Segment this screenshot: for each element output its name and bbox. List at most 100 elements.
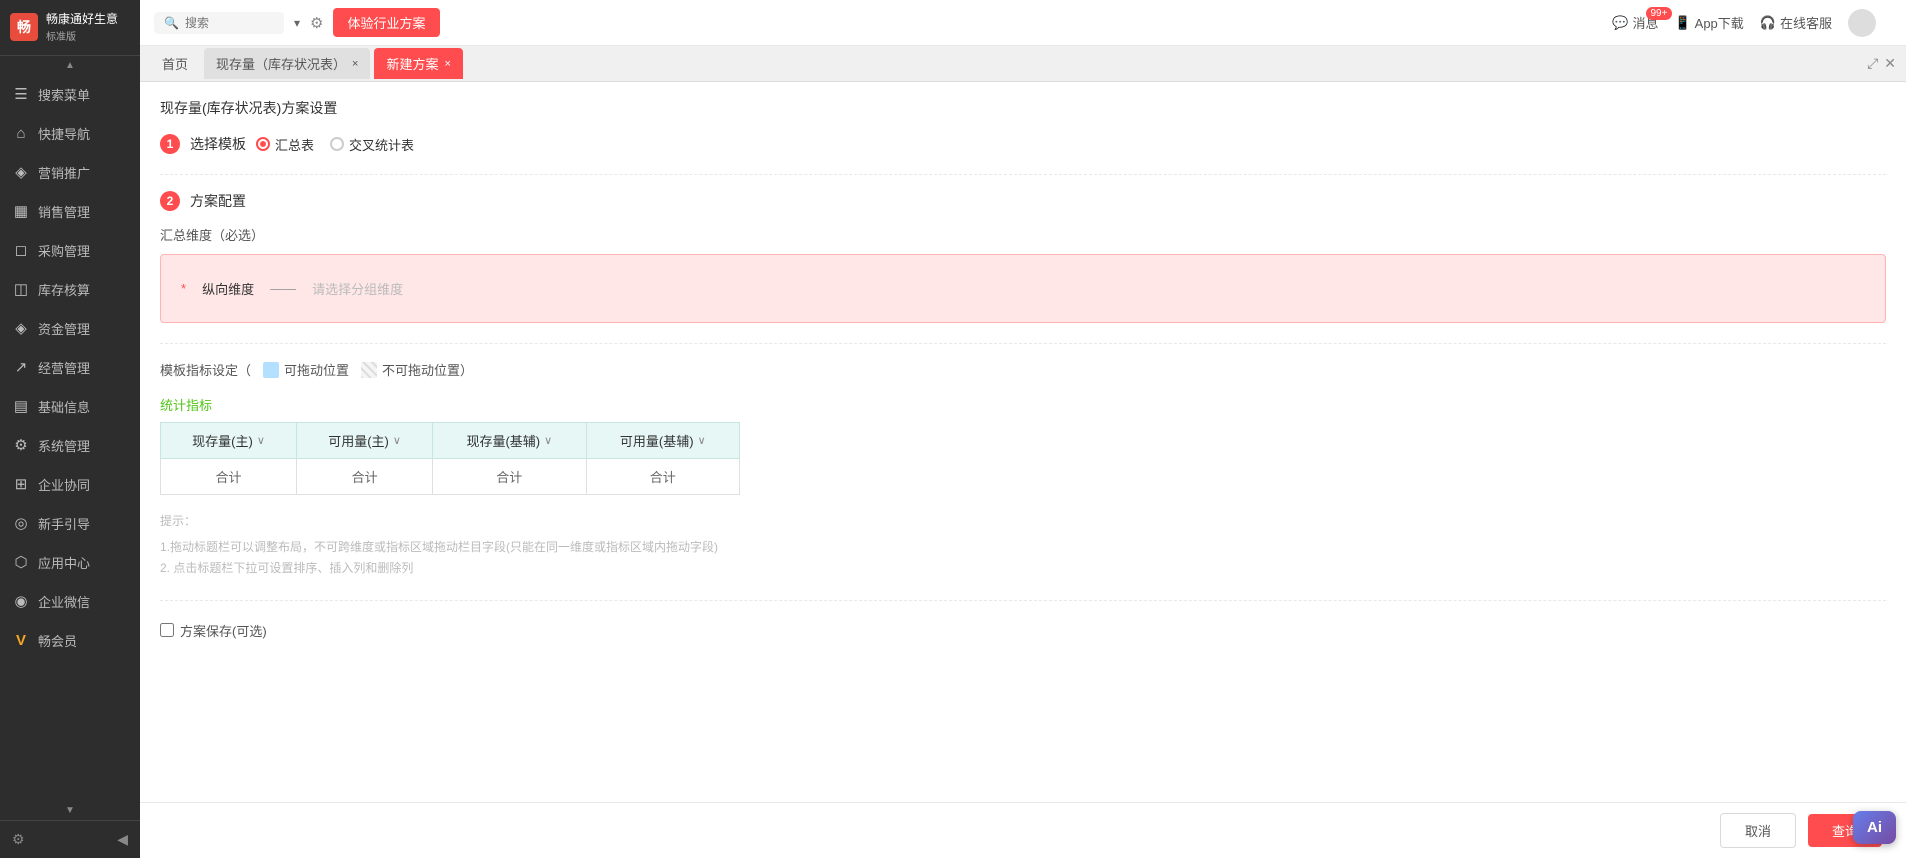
- compass-icon: ◎: [12, 514, 30, 532]
- sidebar-bottom: ⚙ ◀: [0, 820, 140, 858]
- sidebar-item-appcenter[interactable]: ⬡ 应用中心: [0, 543, 140, 582]
- tab-inventory-label: 现存量（库存状况表）: [216, 54, 346, 73]
- col-1-chevron: ∨: [257, 434, 265, 447]
- tab-new-plan-close[interactable]: ×: [444, 58, 450, 70]
- dimension-dash: ——: [270, 281, 296, 296]
- cell-1: 合计: [161, 459, 297, 495]
- col-header-4[interactable]: 可用量(基辅) ∨: [586, 423, 739, 459]
- step1-radios: 汇总表 交叉统计表: [256, 135, 414, 154]
- chart-icon: ▦: [12, 202, 30, 220]
- sidebar-item-inventory[interactable]: ◫ 库存核算: [0, 270, 140, 309]
- message-button[interactable]: 💬 消息 99+: [1612, 13, 1658, 32]
- save-checkbox[interactable]: [160, 623, 174, 637]
- logo-icon: 畅: [10, 13, 38, 41]
- sidebar-nav: ☰ 搜索菜单 ⌂ 快捷导航 ◈ 营销推广 ▦ 销售管理 ◻ 采购管理 ◫ 库存核…: [0, 75, 140, 801]
- tab-new-plan-label: 新建方案: [386, 54, 438, 73]
- save-option: 方案保存(可选): [160, 621, 1886, 640]
- sidebar-item-finance[interactable]: ◈ 资金管理: [0, 309, 140, 348]
- page-title: 现存量(库存状况表)方案设置: [160, 98, 1886, 118]
- sidebar-item-label: 搜索菜单: [38, 85, 90, 104]
- sidebar-item-management[interactable]: ↗ 经营管理: [0, 348, 140, 387]
- col-2-chevron: ∨: [393, 434, 401, 447]
- col-2-name: 可用量(主): [328, 431, 389, 450]
- sidebar-scroll-up[interactable]: ▲: [0, 56, 140, 75]
- draggable-box: [263, 362, 279, 378]
- sidebar-item-newuser[interactable]: ◎ 新手引导: [0, 504, 140, 543]
- dimension-box[interactable]: * 纵向维度 —— 请选择分组维度: [160, 254, 1886, 323]
- template-indicator: 模板指标设定（ 可拖动位置 不可拖动位置）: [160, 360, 1886, 379]
- search-menu-icon: ☰: [12, 85, 30, 103]
- sidebar-item-system[interactable]: ⚙ 系统管理: [0, 426, 140, 465]
- tab-new-plan[interactable]: 新建方案 ×: [374, 48, 462, 79]
- collapse-icon[interactable]: ◀: [117, 831, 128, 848]
- tab-maximize-icon[interactable]: ⤢: [1867, 55, 1878, 72]
- vip-icon: V: [12, 632, 30, 649]
- step1-header: 1 选择模板 汇总表 交叉统计表: [160, 134, 1886, 154]
- col-3-name: 现存量(基辅): [466, 431, 540, 450]
- topbar-search-area[interactable]: 🔍: [154, 12, 284, 34]
- required-mark: *: [181, 281, 186, 296]
- handshake-icon: ⊞: [12, 475, 30, 493]
- summary-dim-label: 汇总维度（必选）: [160, 225, 1886, 244]
- trial-button[interactable]: 体验行业方案: [333, 8, 439, 37]
- topbar: 🔍 ▾ ⚙ 体验行业方案 💬 消息 99+ 📱 App下载 🎧 在线客服: [140, 0, 1906, 46]
- sidebar-item-label: 资金管理: [38, 319, 90, 338]
- tab-inventory[interactable]: 现存量（库存状况表） ×: [204, 48, 370, 79]
- search-input[interactable]: [185, 16, 265, 30]
- sidebar-item-member[interactable]: V 畅会员: [0, 621, 140, 660]
- step2-header: 2 方案配置: [160, 191, 1886, 211]
- step2-section: 2 方案配置 汇总维度（必选） * 纵向维度 —— 请选择分组维度 模板指标设定…: [160, 191, 1886, 580]
- sidebar-item-label: 畅会员: [38, 631, 77, 650]
- radio-cross[interactable]: 交叉统计表: [330, 135, 414, 154]
- radio-summary[interactable]: 汇总表: [256, 135, 314, 154]
- sidebar-item-label: 企业微信: [38, 592, 90, 611]
- sidebar-item-sales[interactable]: ▦ 销售管理: [0, 192, 140, 231]
- message-icon: 💬: [1612, 15, 1628, 31]
- sidebar-item-label: 企业协同: [38, 475, 90, 494]
- sidebar-item-weixin[interactable]: ◉ 企业微信: [0, 582, 140, 621]
- box-icon: ◫: [12, 280, 30, 298]
- sidebar-item-basic-info[interactable]: ▤ 基础信息: [0, 387, 140, 426]
- grid-icon: ▤: [12, 397, 30, 415]
- cart-icon: ◻: [12, 241, 30, 259]
- search-icon: 🔍: [164, 16, 179, 30]
- service-label: 在线客服: [1780, 13, 1832, 32]
- tab-inventory-close[interactable]: ×: [352, 58, 358, 70]
- col-header-3[interactable]: 现存量(基辅) ∨: [433, 423, 586, 459]
- col-header-1[interactable]: 现存量(主) ∨: [161, 423, 297, 459]
- tips-section: 提示： 1.拖动标题栏可以调整布局，不可跨维度或指标区域拖动栏目字段(只能在同一…: [160, 511, 1886, 580]
- cancel-button[interactable]: 取消: [1720, 813, 1796, 848]
- cell-4: 合计: [586, 459, 739, 495]
- gear-icon: ⚙: [12, 436, 30, 454]
- tab-home[interactable]: 首页: [150, 48, 200, 79]
- tab-close-all-icon[interactable]: ✕: [1884, 55, 1896, 72]
- ai-fab-button[interactable]: Ai: [1853, 811, 1896, 844]
- gift-icon: ◈: [12, 163, 30, 181]
- sidebar-logo: 畅 畅康通好生意 标准版: [0, 0, 140, 56]
- sidebar-item-purchase[interactable]: ◻ 采购管理: [0, 231, 140, 270]
- user-avatar[interactable]: [1848, 9, 1876, 37]
- topbar-dropdown[interactable]: ▾: [294, 16, 300, 30]
- fixed-box: [361, 362, 377, 378]
- step1-section: 1 选择模板 汇总表 交叉统计表: [160, 134, 1886, 154]
- footer: 取消 查询: [140, 802, 1906, 858]
- money-icon: ◈: [12, 319, 30, 337]
- settings-icon[interactable]: ⚙: [12, 831, 25, 848]
- content-area: 现存量(库存状况表)方案设置 1 选择模板 汇总表 交叉统计表: [140, 82, 1906, 802]
- app-name: 畅康通好生意: [46, 12, 118, 28]
- sidebar-item-quicknav[interactable]: ⌂ 快捷导航: [0, 114, 140, 153]
- service-button[interactable]: 🎧 在线客服: [1760, 13, 1832, 32]
- col-header-2[interactable]: 可用量(主) ∨: [297, 423, 433, 459]
- sidebar-item-label: 销售管理: [38, 202, 90, 221]
- step1-title: 选择模板: [190, 134, 246, 154]
- draggable-label: 可拖动位置: [284, 360, 349, 379]
- sidebar-scroll-down[interactable]: ▼: [0, 801, 140, 820]
- fixed-label: 不可拖动位置）: [382, 360, 473, 379]
- sidebar-item-marketing[interactable]: ◈ 营销推广: [0, 153, 140, 192]
- topbar-gear-icon[interactable]: ⚙: [310, 14, 323, 32]
- col-3-chevron: ∨: [544, 434, 552, 447]
- col-4-chevron: ∨: [698, 434, 706, 447]
- app-download-button[interactable]: 📱 App下载: [1674, 13, 1743, 32]
- sidebar-item-collab[interactable]: ⊞ 企业协同: [0, 465, 140, 504]
- sidebar-item-search[interactable]: ☰ 搜索菜单: [0, 75, 140, 114]
